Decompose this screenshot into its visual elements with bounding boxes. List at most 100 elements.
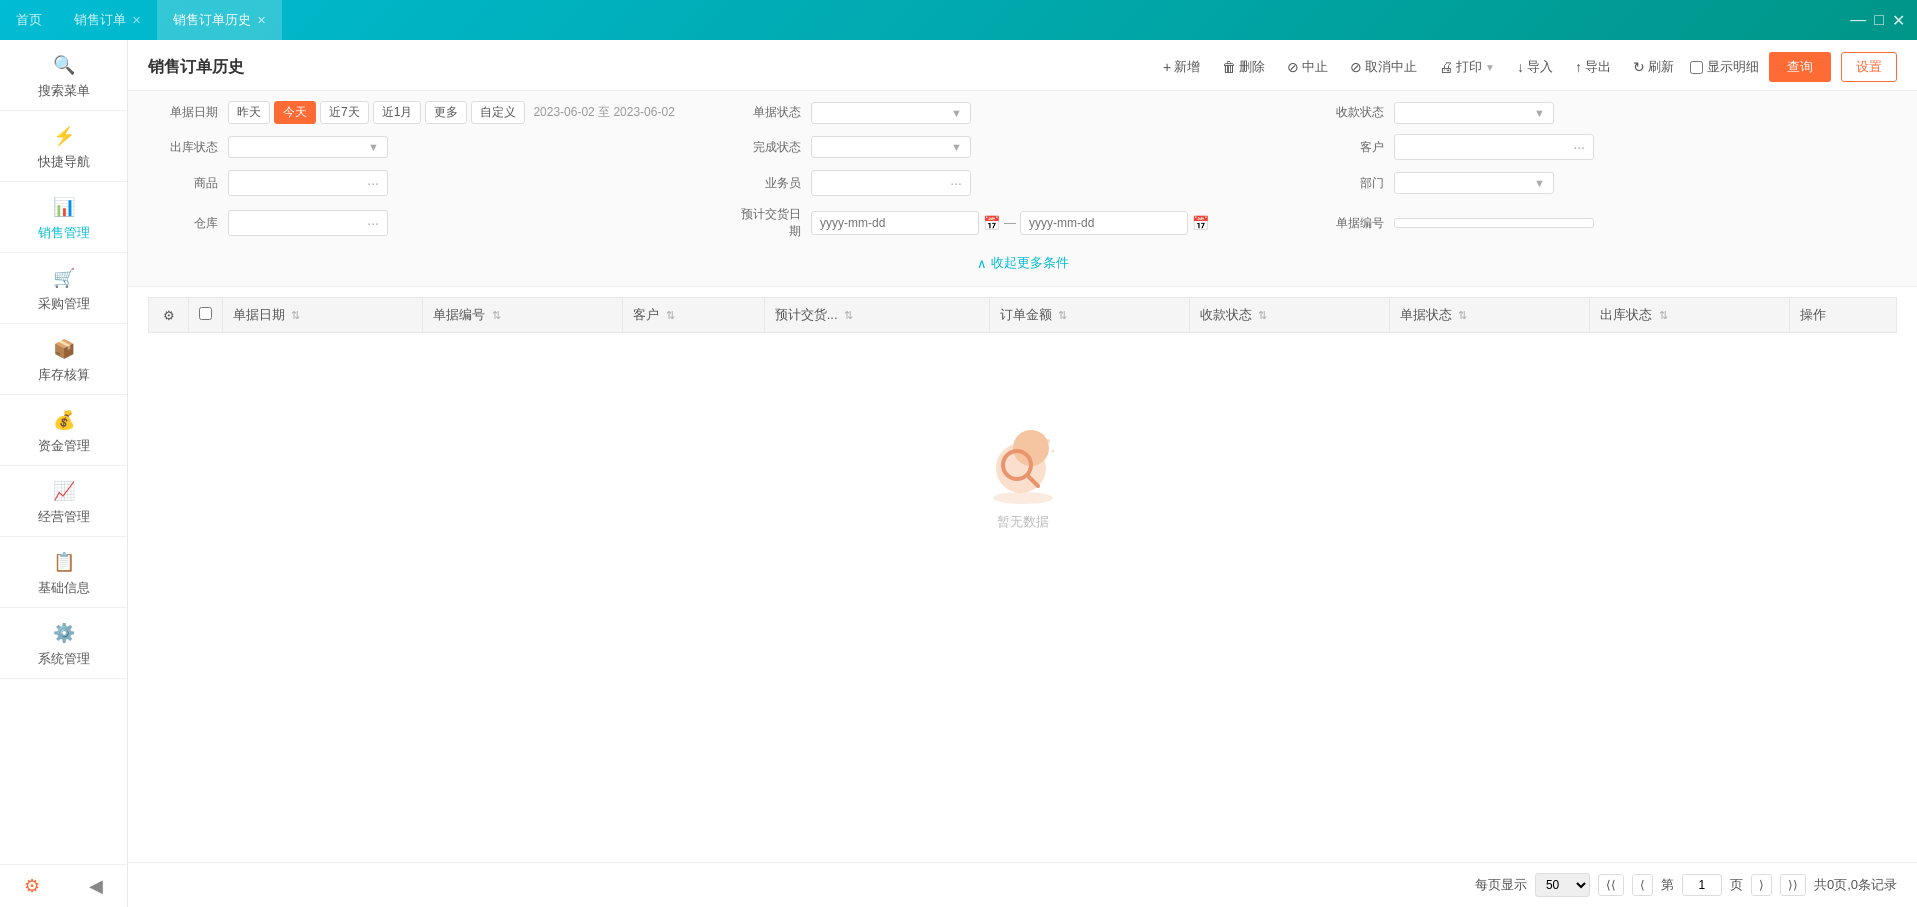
sort-customer-icon[interactable]: ⇅ bbox=[666, 309, 675, 321]
department-select[interactable]: ▼ bbox=[1394, 172, 1554, 194]
page-size-select[interactable]: 50 100 200 bbox=[1535, 873, 1590, 897]
complete-select[interactable]: ▼ bbox=[811, 136, 971, 158]
export-button[interactable]: ↑ 导出 bbox=[1569, 54, 1617, 80]
last-page-button[interactable]: ⟩⟩ bbox=[1780, 874, 1806, 896]
tab-sales-order-close[interactable]: ✕ bbox=[132, 14, 141, 27]
empty-text: 暂无数据 bbox=[997, 513, 1049, 531]
tab-sales-history[interactable]: 销售订单历史 ✕ bbox=[157, 0, 282, 40]
minimize-icon[interactable]: — bbox=[1850, 11, 1866, 29]
th-checkbox[interactable] bbox=[189, 298, 223, 333]
sort-order-status-icon[interactable]: ⇅ bbox=[1458, 309, 1467, 321]
sidebar-item-basic-info[interactable]: 📋 基础信息 bbox=[0, 537, 127, 608]
stop-icon: ⊘ bbox=[1287, 59, 1299, 75]
prev-page-button[interactable]: ⟨ bbox=[1632, 874, 1653, 896]
calendar-to-icon[interactable]: 📅 bbox=[1192, 215, 1209, 231]
th-amount-label: 订单金额 bbox=[1000, 307, 1052, 322]
sort-expected-date-icon[interactable]: ⇅ bbox=[844, 309, 853, 321]
sort-amount-icon[interactable]: ⇅ bbox=[1058, 309, 1067, 321]
capital-mgmt-icon: 💰 bbox=[53, 409, 75, 431]
date-btn-7days[interactable]: 近7天 bbox=[320, 101, 369, 124]
refresh-button[interactable]: ↻ 刷新 bbox=[1627, 54, 1680, 80]
collapse-button[interactable]: ∧ 收起更多条件 bbox=[148, 250, 1897, 276]
customer-ellipsis-icon[interactable]: ··· bbox=[1573, 139, 1585, 155]
date-btn-today[interactable]: 今天 bbox=[274, 101, 316, 124]
show-detail-checkbox[interactable] bbox=[1690, 61, 1703, 74]
sidebar-item-capital-mgmt[interactable]: 💰 资金管理 bbox=[0, 395, 127, 466]
cancel-stop-button[interactable]: ⊘ 取消中止 bbox=[1344, 54, 1423, 80]
next-page-button[interactable]: ⟩ bbox=[1751, 874, 1772, 896]
th-date-label: 单据日期 bbox=[233, 307, 285, 322]
warehouse-out-select[interactable]: ▼ bbox=[228, 136, 388, 158]
salesman-select[interactable]: ··· bbox=[811, 170, 971, 196]
sidebar-item-search-menu[interactable]: 🔍 搜索菜单 bbox=[0, 40, 127, 111]
th-settings[interactable]: ⚙ bbox=[149, 298, 189, 333]
sort-warehouse-status-icon[interactable]: ⇅ bbox=[1659, 309, 1668, 321]
warehouse-select[interactable]: ··· bbox=[228, 210, 388, 236]
first-page-button[interactable]: ⟨⟨ bbox=[1598, 874, 1624, 896]
sidebar-collapse-icon[interactable]: ◀ bbox=[89, 875, 103, 897]
import-button[interactable]: ↓ 导入 bbox=[1511, 54, 1559, 80]
sidebar-item-quick-nav[interactable]: ⚡ 快捷导航 bbox=[0, 111, 127, 182]
delete-button[interactable]: 🗑 删除 bbox=[1216, 54, 1271, 80]
sidebar-item-purchase-mgmt[interactable]: 🛒 采购管理 bbox=[0, 253, 127, 324]
tab-sales-order[interactable]: 销售订单 ✕ bbox=[58, 0, 157, 40]
tab-sales-order-label: 销售订单 bbox=[74, 11, 126, 29]
sidebar-item-search-menu-label: 搜索菜单 bbox=[38, 82, 90, 100]
order-no-label: 单据编号 bbox=[1314, 215, 1394, 232]
sidebar-item-inventory[interactable]: 📦 库存核算 bbox=[0, 324, 127, 395]
product-ellipsis-icon[interactable]: ··· bbox=[367, 175, 379, 191]
sort-date-icon[interactable]: ⇅ bbox=[291, 309, 300, 321]
basic-info-icon: 📋 bbox=[53, 551, 75, 573]
date-label: 单据日期 bbox=[148, 104, 228, 121]
close-window-icon[interactable]: ✕ bbox=[1892, 11, 1905, 30]
tab-home[interactable]: 首页 bbox=[0, 0, 58, 40]
select-all-checkbox[interactable] bbox=[199, 307, 212, 320]
collapse-up-icon: ∧ bbox=[977, 256, 987, 271]
stop-button[interactable]: ⊘ 中止 bbox=[1281, 54, 1334, 80]
department-arrow-icon: ▼ bbox=[1534, 177, 1545, 189]
status-select[interactable]: ▼ bbox=[811, 102, 971, 124]
page-number-input[interactable] bbox=[1682, 874, 1722, 896]
filter-row-4: 仓库 ··· 预计交货日期 📅 — 📅 单据编号 bbox=[148, 206, 1897, 240]
table-settings-icon[interactable]: ⚙ bbox=[163, 308, 175, 323]
print-button[interactable]: 🖨 打印 ▼ bbox=[1433, 54, 1501, 80]
sidebar-item-sales-mgmt-label: 销售管理 bbox=[38, 224, 90, 242]
tab-sales-history-close[interactable]: ✕ bbox=[257, 14, 266, 27]
new-button[interactable]: + 新增 bbox=[1157, 54, 1206, 80]
warehouse-filter-control: ··· bbox=[228, 210, 711, 236]
expected-date-from-input[interactable] bbox=[811, 211, 979, 235]
sidebar-item-operation-mgmt[interactable]: 📈 经营管理 bbox=[0, 466, 127, 537]
date-btn-yesterday[interactable]: 昨天 bbox=[228, 101, 270, 124]
page-label-before: 第 bbox=[1661, 876, 1674, 894]
payment-select[interactable]: ▼ bbox=[1394, 102, 1554, 124]
th-expected-date-label: 预计交货... bbox=[775, 307, 838, 322]
calendar-from-icon[interactable]: 📅 bbox=[983, 215, 1000, 231]
page-title: 销售订单历史 bbox=[148, 57, 244, 78]
stop-label: 中止 bbox=[1302, 58, 1328, 76]
th-order-no-label: 单据编号 bbox=[433, 307, 485, 322]
sort-order-no-icon[interactable]: ⇅ bbox=[492, 309, 501, 321]
date-btn-more[interactable]: 更多 bbox=[425, 101, 467, 124]
sidebar-item-sys-mgmt[interactable]: ⚙️ 系统管理 bbox=[0, 608, 127, 679]
date-btn-1month[interactable]: 近1月 bbox=[373, 101, 422, 124]
sys-mgmt-icon: ⚙️ bbox=[53, 622, 75, 644]
operation-mgmt-icon: 📈 bbox=[53, 480, 75, 502]
delete-label: 删除 bbox=[1239, 58, 1265, 76]
complete-label: 完成状态 bbox=[731, 139, 811, 156]
settings-button[interactable]: 设置 bbox=[1841, 52, 1897, 82]
sales-mgmt-icon: 📊 bbox=[53, 196, 75, 218]
order-no-input[interactable] bbox=[1394, 218, 1594, 228]
expected-date-to-input[interactable] bbox=[1020, 211, 1188, 235]
sidebar-item-sales-mgmt[interactable]: 📊 销售管理 bbox=[0, 182, 127, 253]
sort-payment-status-icon[interactable]: ⇅ bbox=[1258, 309, 1267, 321]
product-select[interactable]: ··· bbox=[228, 170, 388, 196]
date-btn-custom[interactable]: 自定义 bbox=[471, 101, 525, 124]
query-button[interactable]: 查询 bbox=[1769, 52, 1831, 82]
warehouse-out-label: 出库状态 bbox=[148, 139, 228, 156]
customer-select[interactable]: ··· bbox=[1394, 134, 1594, 160]
expected-date-filter-control[interactable]: 📅 — 📅 bbox=[811, 211, 1294, 235]
maximize-icon[interactable]: □ bbox=[1874, 11, 1884, 29]
sidebar-settings-icon[interactable]: ⚙ bbox=[24, 875, 40, 897]
warehouse-ellipsis-icon[interactable]: ··· bbox=[367, 215, 379, 231]
salesman-ellipsis-icon[interactable]: ··· bbox=[950, 175, 962, 191]
